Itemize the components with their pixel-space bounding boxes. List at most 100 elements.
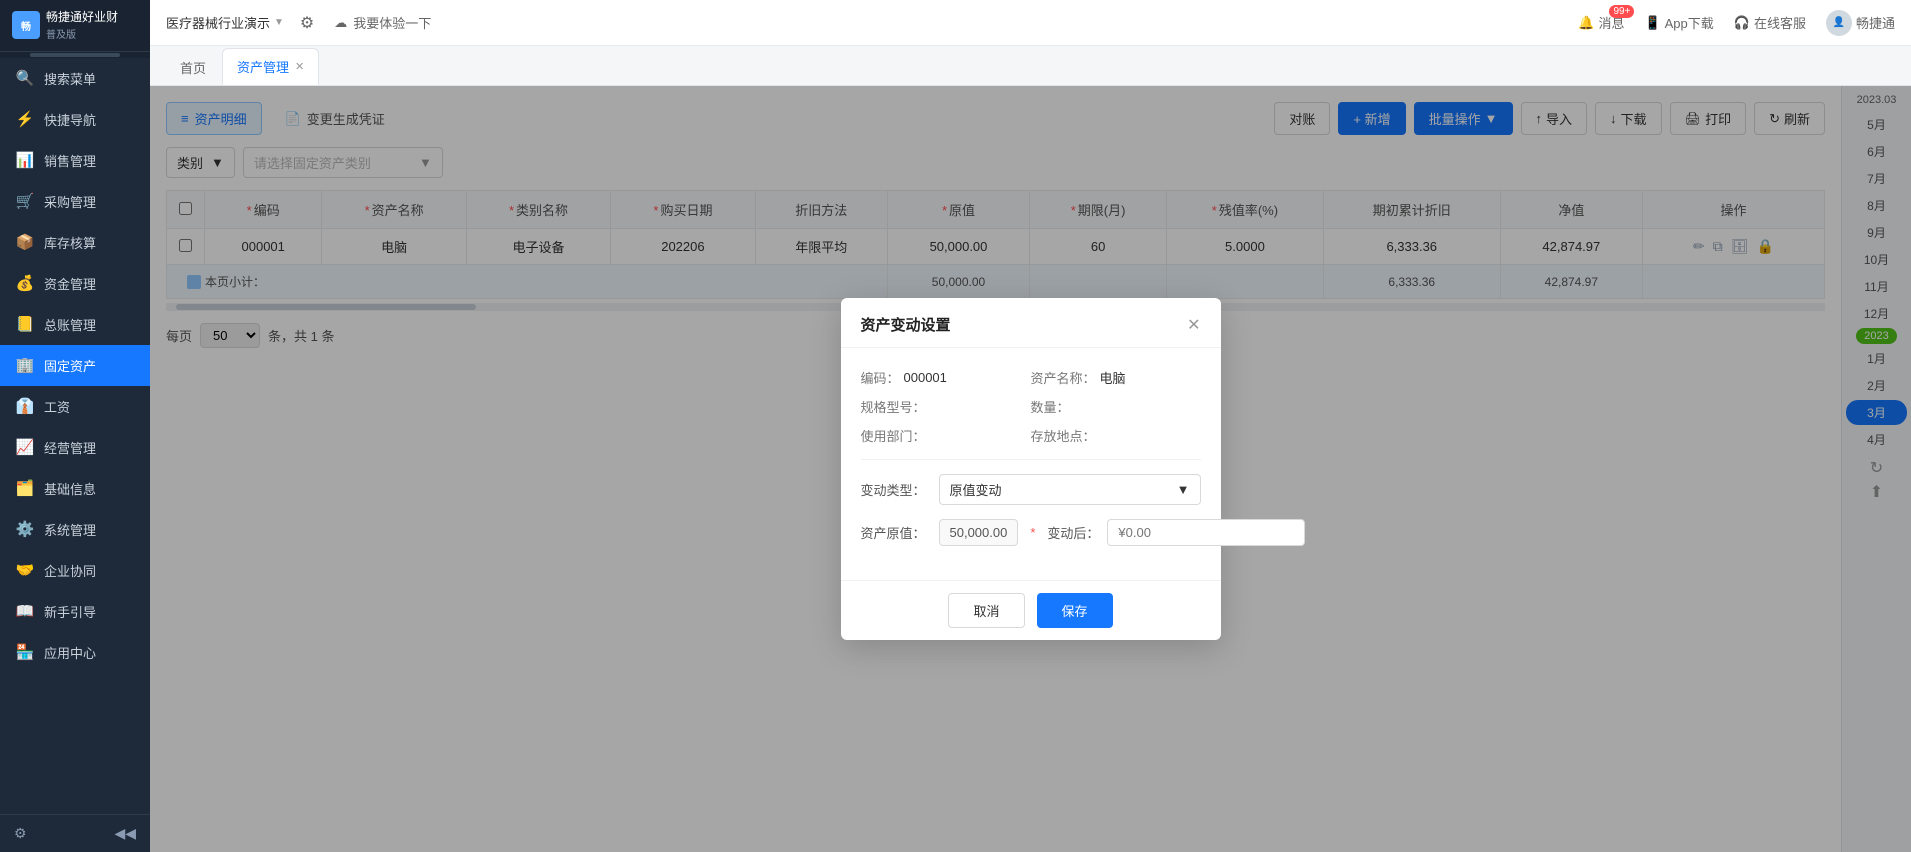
notification-badge: 99+ — [1609, 5, 1634, 18]
avatar: 👤 — [1826, 10, 1852, 36]
modal-assetname-item: 资产名称： 电脑 — [1031, 368, 1201, 387]
user-area[interactable]: 👤 畅捷通 — [1826, 10, 1895, 36]
sidebar-item-quicknav[interactable]: ⚡ 快捷导航 — [0, 99, 150, 140]
change-type-dropdown-icon: ▼ — [1177, 482, 1190, 497]
sidebar-item-guide[interactable]: 📖 新手引导 — [0, 591, 150, 632]
sidebar-header: 畅 畅捷通好业财 普及版 — [0, 0, 150, 52]
sidebar-item-payroll[interactable]: 👔 工资 — [0, 386, 150, 427]
ops-icon: 📈 — [16, 438, 34, 456]
notification-btn[interactable]: 🔔 消息 99+ — [1578, 13, 1624, 32]
modal-overlay: 资产变动设置 ✕ 编码： 000001 资产名称： 电脑 — [150, 86, 1911, 852]
sidebar-item-label: 库存核算 — [44, 233, 96, 252]
main-area: 医疗器械行业演示 ▼ ⚙ ☁ 我要体验一下 🔔 消息 99+ 📱 App下载 🎧… — [150, 0, 1911, 852]
sales-icon: 📊 — [16, 151, 34, 169]
cancel-button[interactable]: 取消 — [948, 593, 1024, 628]
tab-home[interactable]: 首页 — [166, 50, 220, 85]
company-dropdown-icon: ▼ — [274, 17, 284, 28]
after-change-label: 变动后： — [1047, 523, 1099, 542]
fixed-assets-icon: 🏢 — [16, 356, 34, 374]
sidebar-item-label: 总账管理 — [44, 315, 96, 334]
customer-service-btn[interactable]: 🎧 在线客服 — [1734, 13, 1806, 32]
change-type-select[interactable]: 原值变动 ▼ — [939, 474, 1201, 505]
ledger-icon: 📒 — [16, 315, 34, 333]
modal-header: 资产变动设置 ✕ — [841, 298, 1221, 348]
quicknav-icon: ⚡ — [16, 110, 34, 128]
system-icon: ⚙️ — [16, 520, 34, 538]
sidebar-item-ledger[interactable]: 📒 总账管理 — [0, 304, 150, 345]
sidebar-item-label: 固定资产 — [44, 356, 96, 375]
asset-value-input: 50,000.00 — [939, 519, 1019, 546]
experience-btn[interactable]: ☁ 我要体验一下 — [334, 13, 431, 32]
company-name[interactable]: 医疗器械行业演示 ▼ — [166, 13, 284, 32]
sidebar-item-label: 新手引导 — [44, 602, 96, 621]
modal-code-item: 编码： 000001 — [861, 368, 1031, 387]
inventory-icon: 📦 — [16, 233, 34, 251]
modal-dept-item: 使用部门： — [861, 426, 1031, 445]
sidebar-item-label: 资金管理 — [44, 274, 96, 293]
search-icon: 🔍 — [16, 69, 34, 87]
modal-info-row-3: 使用部门： 存放地点： — [861, 426, 1201, 445]
modal-footer: 取消 保存 — [841, 580, 1221, 640]
modal-assetname-value: 电脑 — [1100, 368, 1126, 387]
logo-icon: 畅 — [12, 11, 40, 39]
change-type-label: 变动类型： — [861, 480, 931, 499]
modal-info-row-2: 规格型号： 数量： — [861, 397, 1201, 416]
cloud-icon: ☁ — [334, 15, 347, 31]
app-name: 畅捷通好业财 — [46, 10, 118, 26]
tabbar: 首页 资产管理 ✕ — [150, 46, 1911, 86]
funds-icon: 💰 — [16, 274, 34, 292]
sidebar-item-label: 基础信息 — [44, 479, 96, 498]
sidebar: 畅 畅捷通好业财 普及版 🔍 搜索菜单 ⚡ 快捷导航 📊 销售管理 🛒 采购管理… — [0, 0, 150, 852]
asset-change-modal: 资产变动设置 ✕ 编码： 000001 资产名称： 电脑 — [841, 298, 1221, 640]
sidebar-item-basic[interactable]: 🗂️ 基础信息 — [0, 468, 150, 509]
app-download-btn[interactable]: 📱 App下载 — [1644, 13, 1713, 32]
required-star: * — [1030, 525, 1035, 540]
sidebar-item-sales[interactable]: 📊 销售管理 — [0, 140, 150, 181]
sidebar-item-ops[interactable]: 📈 经营管理 — [0, 427, 150, 468]
sidebar-item-label: 系统管理 — [44, 520, 96, 539]
modal-close-btn[interactable]: ✕ — [1187, 315, 1200, 335]
sidebar-item-fixed-assets[interactable]: 🏢 固定资产 — [0, 345, 150, 386]
sidebar-item-system[interactable]: ⚙️ 系统管理 — [0, 509, 150, 550]
sidebar-item-enterprise[interactable]: 🤝 企业协同 — [0, 550, 150, 591]
modal-title: 资产变动设置 — [861, 314, 951, 335]
modal-spec-item: 规格型号： — [861, 397, 1031, 416]
app-edition: 普及版 — [46, 26, 118, 41]
modal-body: 编码： 000001 资产名称： 电脑 规格型号： — [841, 348, 1221, 580]
modal-quantity-item: 数量： — [1031, 397, 1201, 416]
topbar-settings-icon[interactable]: ⚙ — [300, 13, 314, 33]
sidebar-menu: 🔍 搜索菜单 ⚡ 快捷导航 📊 销售管理 🛒 采购管理 📦 库存核算 💰 资金管… — [0, 58, 150, 814]
sidebar-item-appstore[interactable]: 🏪 应用中心 — [0, 632, 150, 673]
sidebar-item-label: 企业协同 — [44, 561, 96, 580]
topbar-right: 🔔 消息 99+ 📱 App下载 🎧 在线客服 👤 畅捷通 — [1578, 10, 1895, 36]
collapse-icon[interactable]: ◀◀ — [114, 825, 136, 842]
sidebar-item-label: 搜索菜单 — [44, 69, 96, 88]
headset-icon: 🎧 — [1734, 15, 1750, 31]
app-info: 畅捷通好业财 普及版 — [46, 10, 118, 41]
modal-location-item: 存放地点： — [1031, 426, 1201, 445]
bell-icon: 🔔 — [1578, 15, 1594, 31]
modal-info-row-1: 编码： 000001 资产名称： 电脑 — [861, 368, 1201, 387]
after-change-input[interactable] — [1107, 519, 1305, 546]
guide-icon: 📖 — [16, 602, 34, 620]
modal-value-row: 资产原值： 50,000.00 * 变动后： — [861, 519, 1201, 546]
save-button[interactable]: 保存 — [1037, 593, 1113, 628]
sidebar-item-search[interactable]: 🔍 搜索菜单 — [0, 58, 150, 99]
sidebar-item-inventory[interactable]: 📦 库存核算 — [0, 222, 150, 263]
settings-icon[interactable]: ⚙ — [14, 825, 27, 842]
tab-asset-management[interactable]: 资产管理 ✕ — [222, 48, 319, 85]
modal-code-value: 000001 — [904, 370, 947, 385]
phone-icon: 📱 — [1644, 15, 1660, 31]
sidebar-item-funds[interactable]: 💰 资金管理 — [0, 263, 150, 304]
topbar: 医疗器械行业演示 ▼ ⚙ ☁ 我要体验一下 🔔 消息 99+ 📱 App下载 🎧… — [150, 0, 1911, 46]
sidebar-item-label: 经营管理 — [44, 438, 96, 457]
asset-value-label: 资产原值： — [861, 523, 931, 542]
payroll-icon: 👔 — [16, 397, 34, 415]
sidebar-item-label: 采购管理 — [44, 192, 96, 211]
content-area: ≡ 资产明细 📄 变更生成凭证 对账 + 新增 批量操作 ▼ ↑ — [150, 86, 1911, 852]
sidebar-item-label: 销售管理 — [44, 151, 96, 170]
sidebar-item-purchase[interactable]: 🛒 采购管理 — [0, 181, 150, 222]
sidebar-footer: ⚙ ◀◀ — [0, 814, 150, 852]
tab-close-icon[interactable]: ✕ — [295, 60, 304, 73]
enterprise-icon: 🤝 — [16, 561, 34, 579]
